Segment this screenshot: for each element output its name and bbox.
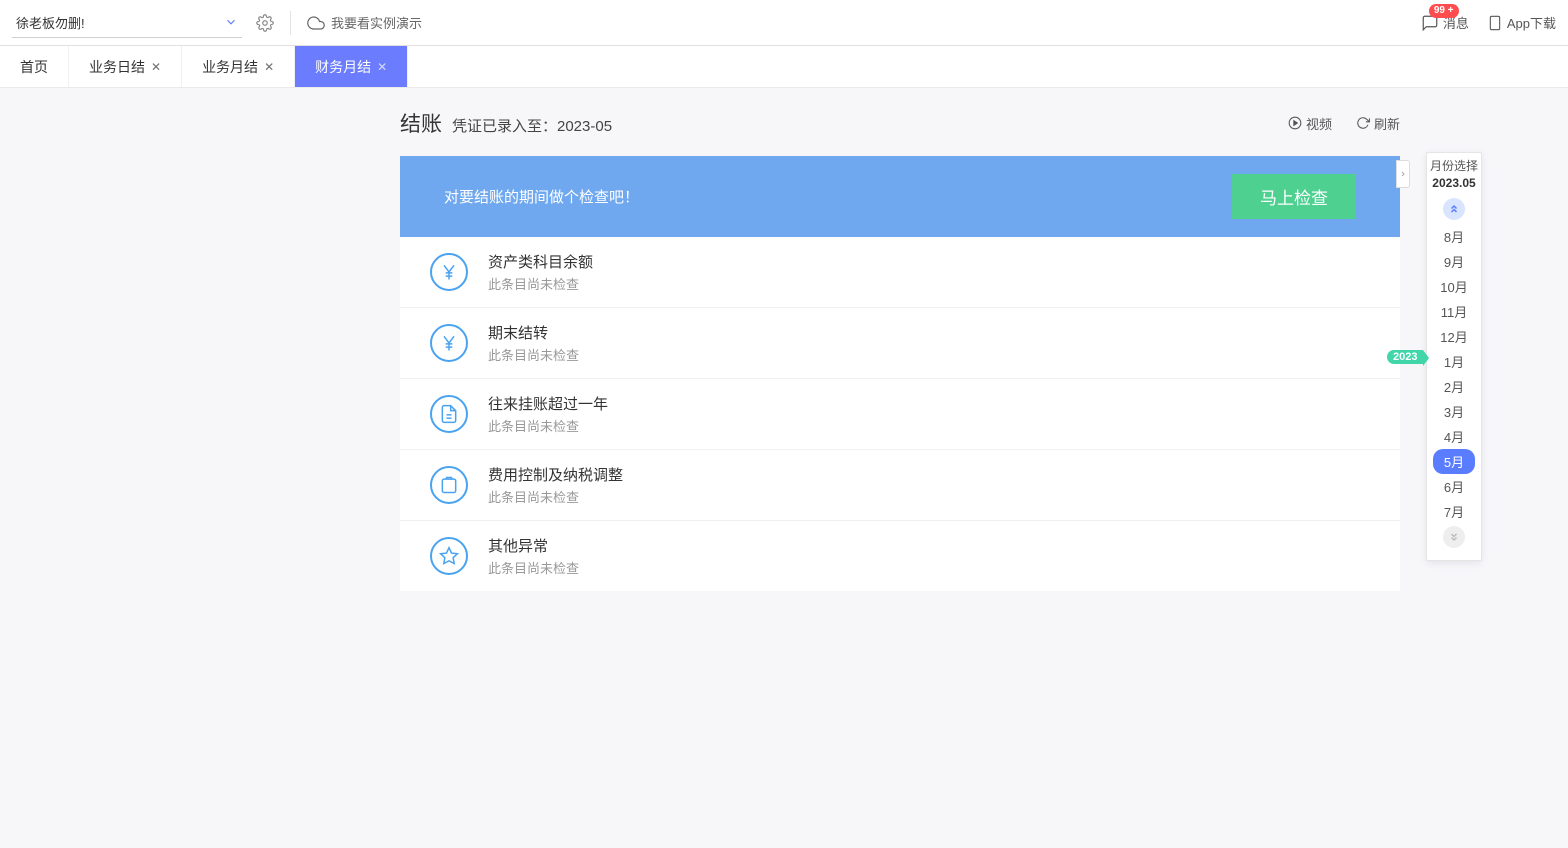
cloud-icon: [307, 14, 325, 32]
month-item[interactable]: 4月: [1427, 424, 1481, 449]
close-icon[interactable]: ✕: [151, 60, 161, 74]
tab-1[interactable]: 业务日结 ✕: [69, 46, 182, 87]
month-item[interactable]: 5月: [1433, 449, 1475, 474]
check-item-title: 资产类科目余额: [488, 251, 593, 272]
check-now-button[interactable]: 马上检查: [1232, 174, 1356, 219]
scroll-up-button[interactable]: [1443, 198, 1465, 220]
tab-3[interactable]: 财务月结 ✕: [295, 46, 408, 87]
page-subtitle: 凭证已录入至：2023-05: [452, 115, 612, 136]
page-title: 结账: [400, 108, 442, 138]
collapse-toggle[interactable]: [1396, 160, 1410, 188]
close-icon[interactable]: ✕: [377, 60, 387, 74]
month-item[interactable]: 7月: [1427, 499, 1481, 524]
scroll-down-button[interactable]: [1443, 526, 1465, 548]
tab-label: 首页: [20, 57, 48, 77]
divider: [290, 11, 291, 35]
close-icon[interactable]: ✕: [264, 60, 274, 74]
app-download-label: App下载: [1507, 13, 1556, 32]
chevron-down-icon: [224, 15, 238, 29]
check-item-title: 往来挂账超过一年: [488, 393, 608, 414]
yen-icon: [430, 253, 468, 291]
video-button[interactable]: 视频: [1288, 114, 1332, 133]
month-item[interactable]: 10月: [1427, 274, 1481, 299]
check-item-title: 期末结转: [488, 322, 579, 343]
clip-icon: [430, 466, 468, 504]
refresh-label: 刷新: [1374, 114, 1400, 133]
check-item[interactable]: 费用控制及纳税调整此条目尚未检查: [400, 450, 1400, 521]
month-selector-panel: 月份选择 2023.05 8月9月10月11月12月1月20232月3月4月5月…: [1426, 152, 1482, 561]
check-item[interactable]: 往来挂账超过一年此条目尚未检查: [400, 379, 1400, 450]
month-panel-selected: 2023.05: [1427, 174, 1481, 196]
messages-button[interactable]: 99 + 消息: [1421, 13, 1469, 32]
yen-icon: [430, 324, 468, 362]
check-item-sub: 此条目尚未检查: [488, 416, 608, 435]
play-icon: [1288, 116, 1302, 130]
banner-text: 对要结账的期间做个检查吧！: [444, 186, 639, 207]
month-item[interactable]: 6月: [1427, 474, 1481, 499]
check-item[interactable]: 其他异常此条目尚未检查: [400, 521, 1400, 591]
month-item[interactable]: 1月2023: [1427, 349, 1481, 374]
month-item[interactable]: 12月: [1427, 324, 1481, 349]
app-download-button[interactable]: App下载: [1487, 13, 1556, 32]
check-item-sub: 此条目尚未检查: [488, 558, 579, 577]
tab-2[interactable]: 业务月结 ✕: [182, 46, 295, 87]
demo-label: 我要看实例演示: [331, 13, 422, 32]
tab-label: 财务月结: [315, 57, 371, 77]
check-item-title: 其他异常: [488, 535, 579, 556]
tabs-bar: 首页 业务日结 ✕ 业务月结 ✕ 财务月结 ✕: [0, 46, 1568, 88]
check-list: 资产类科目余额此条目尚未检查期末结转此条目尚未检查往来挂账超过一年此条目尚未检查…: [400, 237, 1400, 591]
org-selector[interactable]: 徐老板勿删!: [12, 8, 242, 38]
messages-badge: 99 +: [1429, 4, 1459, 18]
tab-0[interactable]: 首页: [0, 46, 69, 87]
tab-label: 业务月结: [202, 57, 258, 77]
refresh-button[interactable]: 刷新: [1356, 114, 1400, 133]
video-label: 视频: [1306, 114, 1332, 133]
check-item[interactable]: 资产类科目余额此条目尚未检查: [400, 237, 1400, 308]
phone-icon: [1487, 15, 1503, 31]
org-name: 徐老板勿删!: [16, 13, 85, 32]
check-item-sub: 此条目尚未检查: [488, 274, 593, 293]
doc-icon: [430, 395, 468, 433]
workspace: 结账 凭证已录入至：2023-05 视频 刷新 对要结账的期间做个: [0, 88, 1568, 848]
month-panel-header: 月份选择: [1427, 153, 1481, 174]
month-item[interactable]: 2月: [1427, 374, 1481, 399]
month-item[interactable]: 8月: [1427, 224, 1481, 249]
month-item[interactable]: 9月: [1427, 249, 1481, 274]
month-item[interactable]: 11月: [1427, 299, 1481, 324]
star-icon: [430, 537, 468, 575]
app-header: 徐老板勿删! 我要看实例演示 99 + 消息 App下载: [0, 0, 1568, 46]
page-header: 结账 凭证已录入至：2023-05 视频 刷新: [400, 108, 1400, 138]
check-item-sub: 此条目尚未检查: [488, 487, 623, 506]
check-item-title: 费用控制及纳税调整: [488, 464, 623, 485]
check-item-sub: 此条目尚未检查: [488, 345, 579, 364]
check-item[interactable]: 期末结转此条目尚未检查: [400, 308, 1400, 379]
tab-label: 业务日结: [89, 57, 145, 77]
month-item[interactable]: 3月: [1427, 399, 1481, 424]
check-banner: 对要结账的期间做个检查吧！ 马上检查: [400, 156, 1400, 237]
year-tag: 2023: [1387, 350, 1423, 364]
settings-icon[interactable]: [256, 14, 274, 32]
refresh-icon: [1356, 116, 1370, 130]
demo-link[interactable]: 我要看实例演示: [307, 13, 422, 32]
